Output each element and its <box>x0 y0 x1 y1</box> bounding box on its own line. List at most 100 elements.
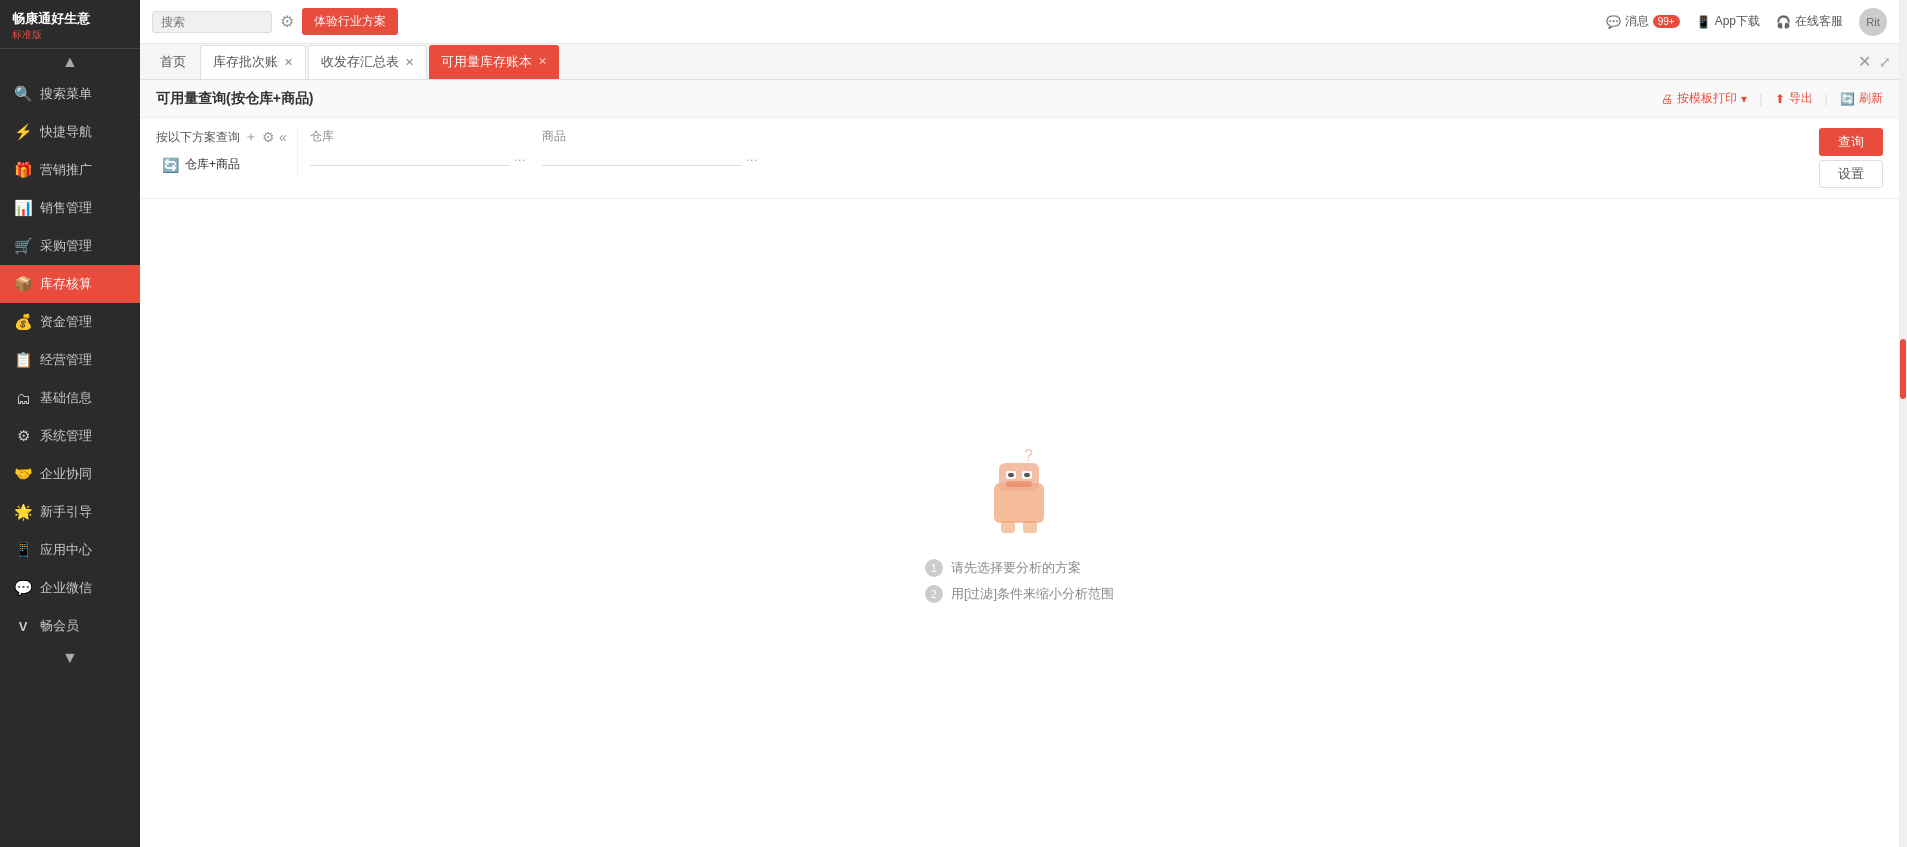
tab-batch-account[interactable]: 库存批次账 ✕ <box>200 45 306 79</box>
filter-scheme-header: 按以下方案查询 ＋ ⚙ « <box>156 128 287 146</box>
sidebar-item-guide[interactable]: 🌟 新手引导 <box>0 493 140 531</box>
app-name: 畅康通好生意 <box>12 10 128 28</box>
query-button[interactable]: 查询 <box>1819 128 1883 156</box>
svg-rect-4 <box>1008 473 1014 477</box>
product-more-btn[interactable]: … <box>746 150 758 164</box>
settings-button[interactable]: 设置 <box>1819 160 1883 188</box>
filter-fields: 仓库 … 商品 … <box>310 128 1807 166</box>
avatar-text: Rit <box>1866 16 1879 28</box>
tab-receive-summary[interactable]: 收发存汇总表 ✕ <box>308 45 427 79</box>
scheme-item-warehouse-product[interactable]: 🔄 仓库+商品 <box>156 152 287 177</box>
add-scheme-btn[interactable]: ＋ <box>244 128 258 146</box>
tip-text-2: 用[过滤]条件来缩小分析范围 <box>951 585 1114 603</box>
sidebar-item-member[interactable]: V 畅会员 <box>0 607 140 645</box>
empty-illustration: ? <box>969 443 1069 543</box>
sidebar-item-label: 营销推广 <box>40 161 92 179</box>
sidebar-item-label: 销售管理 <box>40 199 92 217</box>
svg-text:?: ? <box>1024 447 1033 464</box>
tabbar-close-all-btn[interactable]: ✕ <box>1858 52 1871 71</box>
refresh-label: 刷新 <box>1859 90 1883 107</box>
tab-available-ledger[interactable]: 可用量库存账本 ✕ <box>429 45 559 79</box>
tip-text-1: 请先选择要分析的方案 <box>951 559 1081 577</box>
marketing-icon: 🎁 <box>14 161 32 179</box>
message-badge: 99+ <box>1653 15 1680 28</box>
svg-rect-8 <box>1023 521 1037 533</box>
tab-available-ledger-label: 可用量库存账本 <box>441 53 532 71</box>
sidebar-item-marketing[interactable]: 🎁 营销推广 <box>0 151 140 189</box>
content-area: ? 1 请先选择要分析的方案 2 用[过滤]条件来缩小分析范围 <box>140 199 1899 847</box>
app-download-label: App下载 <box>1715 13 1760 30</box>
industry-btn[interactable]: 体验行业方案 <box>302 8 398 35</box>
operation-icon: 📋 <box>14 351 32 369</box>
sidebar-item-shortcut[interactable]: ⚡ 快捷导航 <box>0 113 140 151</box>
export-label: 导出 <box>1789 90 1813 107</box>
finance-icon: 💰 <box>14 313 32 331</box>
tab-home[interactable]: 首页 <box>148 45 198 79</box>
app-download-btn[interactable]: 📱 App下载 <box>1696 13 1760 30</box>
app-version: 标准版 <box>12 28 128 42</box>
tip-number-1: 1 <box>925 559 943 577</box>
member-icon: V <box>14 619 32 634</box>
sidebar-item-label: 企业微信 <box>40 579 92 597</box>
sidebar-item-label: 应用中心 <box>40 541 92 559</box>
page-actions: 🖨 按模板打印 ▾ | ⬆ 导出 | 🔄 刷新 <box>1661 90 1883 107</box>
manage-scheme-btn[interactable]: ⚙ <box>262 129 275 145</box>
warehouse-input[interactable] <box>310 147 510 166</box>
purchase-icon: 🛒 <box>14 237 32 255</box>
tab-available-ledger-close[interactable]: ✕ <box>538 55 547 68</box>
sidebar: 畅康通好生意 标准版 ▲ 🔍 搜索菜单 ⚡ 快捷导航 🎁 营销推广 📊 销售管理… <box>0 0 140 847</box>
sidebar-item-sales[interactable]: 📊 销售管理 <box>0 189 140 227</box>
tabbar: 首页 库存批次账 ✕ 收发存汇总表 ✕ 可用量库存账本 ✕ ✕ ⤢ <box>140 44 1899 80</box>
print-btn[interactable]: 🖨 按模板打印 ▾ <box>1661 90 1747 107</box>
sidebar-item-basic-info[interactable]: 🗂 基础信息 <box>0 379 140 417</box>
tabbar-right: ✕ ⤢ <box>1858 52 1891 71</box>
product-input[interactable] <box>542 147 742 166</box>
enterprise-icon: 🤝 <box>14 465 32 483</box>
sales-icon: 📊 <box>14 199 32 217</box>
message-btn[interactable]: 💬 消息 99+ <box>1606 13 1680 30</box>
collapse-scheme-btn[interactable]: « <box>279 129 287 145</box>
sidebar-item-operation[interactable]: 📋 经营管理 <box>0 341 140 379</box>
search-icon: 🔍 <box>14 85 32 103</box>
sidebar-item-enterprise-wechat[interactable]: 💬 企业微信 <box>0 569 140 607</box>
sidebar-scroll-up[interactable]: ▲ <box>0 49 140 75</box>
gear-icon[interactable]: ⚙ <box>280 12 294 31</box>
action-divider2: | <box>1825 91 1828 106</box>
sidebar-item-label: 系统管理 <box>40 427 92 445</box>
main-content: ⚙ 体验行业方案 💬 消息 99+ 📱 App下载 🎧 在线客服 Rit <box>140 0 1899 847</box>
online-service-btn[interactable]: 🎧 在线客服 <box>1776 13 1843 30</box>
empty-tip-2: 2 用[过滤]条件来缩小分析范围 <box>925 585 1114 603</box>
tab-home-label: 首页 <box>160 53 186 71</box>
refresh-icon: 🔄 <box>1840 92 1855 106</box>
warehouse-more-btn[interactable]: … <box>514 150 526 164</box>
sidebar-item-label: 库存核算 <box>40 275 92 293</box>
product-field-input-wrap: … <box>542 147 758 166</box>
inventory-icon: 📦 <box>14 275 32 293</box>
tip-number-2: 2 <box>925 585 943 603</box>
sidebar-scroll-down[interactable]: ▼ <box>0 645 140 671</box>
tabbar-expand-btn[interactable]: ⤢ <box>1879 54 1891 70</box>
refresh-btn[interactable]: 🔄 刷新 <box>1840 90 1883 107</box>
avatar[interactable]: Rit <box>1859 8 1887 36</box>
tab-batch-account-close[interactable]: ✕ <box>284 56 293 69</box>
filter-actions: 查询 设置 <box>1819 128 1883 188</box>
sidebar-item-inventory[interactable]: 📦 库存核算 <box>0 265 140 303</box>
topbar-search-input[interactable] <box>152 11 272 33</box>
tab-receive-summary-close[interactable]: ✕ <box>405 56 414 69</box>
sidebar-item-search[interactable]: 🔍 搜索菜单 <box>0 75 140 113</box>
sidebar-item-purchase[interactable]: 🛒 采购管理 <box>0 227 140 265</box>
sidebar-item-system[interactable]: ⚙ 系统管理 <box>0 417 140 455</box>
right-scroll-thumb <box>1900 339 1906 399</box>
sidebar-item-label: 基础信息 <box>40 389 92 407</box>
right-scrollbar[interactable] <box>1899 0 1907 847</box>
svg-rect-7 <box>1001 521 1015 533</box>
export-btn[interactable]: ⬆ 导出 <box>1775 90 1813 107</box>
system-icon: ⚙ <box>14 427 32 445</box>
tab-receive-summary-label: 收发存汇总表 <box>321 53 399 71</box>
sidebar-item-enterprise[interactable]: 🤝 企业协同 <box>0 455 140 493</box>
sidebar-item-label: 快捷导航 <box>40 123 92 141</box>
filter-field-product: 商品 … <box>542 128 758 166</box>
svg-rect-6 <box>1006 481 1032 487</box>
sidebar-item-app-center[interactable]: 📱 应用中心 <box>0 531 140 569</box>
sidebar-item-finance[interactable]: 💰 资金管理 <box>0 303 140 341</box>
